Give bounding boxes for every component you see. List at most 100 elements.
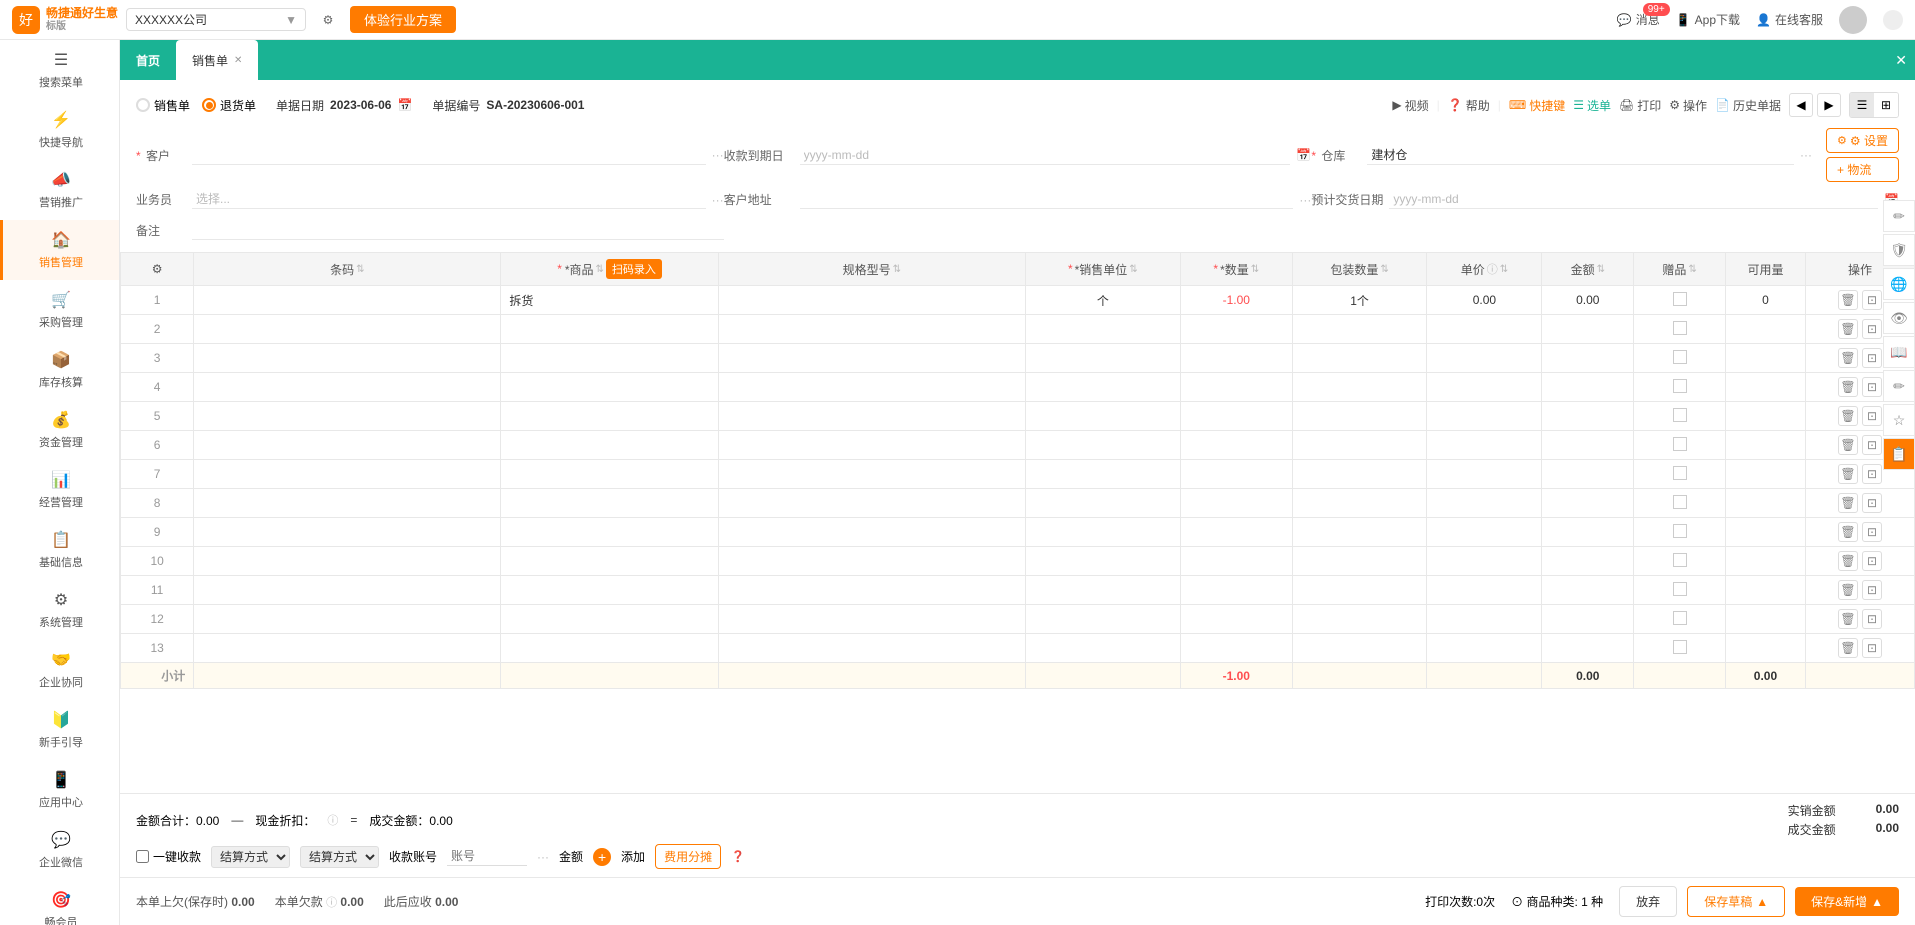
cell-gift[interactable]: [1634, 431, 1726, 460]
prev-page-button[interactable]: ◀: [1789, 93, 1813, 117]
copy-row-button[interactable]: ⊡: [1862, 406, 1882, 426]
settings-button[interactable]: ⚙ ⚙ 设置: [1826, 128, 1899, 153]
cell-unit[interactable]: [1025, 518, 1180, 547]
cell-gift[interactable]: [1634, 605, 1726, 634]
sidebar-item-inventory[interactable]: 📦 库存核算: [0, 340, 119, 400]
cell-product[interactable]: [501, 460, 718, 489]
online-service-button[interactable]: 👤 在线客服: [1756, 11, 1823, 28]
cell-spec[interactable]: [718, 460, 1025, 489]
shortcut-button[interactable]: ⌨ 快捷键: [1509, 97, 1565, 114]
video-button[interactable]: ▶ 视频: [1392, 97, 1428, 114]
float-book-button[interactable]: 📖: [1883, 336, 1915, 368]
sidebar-item-basic-info[interactable]: 📋 基础信息: [0, 520, 119, 580]
cell-spec[interactable]: [718, 489, 1025, 518]
cell-amount[interactable]: [1542, 373, 1634, 402]
cell-gift[interactable]: [1634, 460, 1726, 489]
sidebar-item-operations[interactable]: 📊 经营管理: [0, 460, 119, 520]
cell-spec[interactable]: [718, 634, 1025, 663]
sidebar-item-marketing[interactable]: 📣 营销推广: [0, 160, 119, 220]
cell-quantity[interactable]: [1180, 634, 1292, 663]
warehouse-input[interactable]: [1367, 146, 1794, 165]
cell-barcode[interactable]: [194, 460, 501, 489]
cell-gift[interactable]: [1634, 286, 1726, 315]
cell-unit[interactable]: [1025, 489, 1180, 518]
avatar[interactable]: [1839, 6, 1867, 34]
cell-pack-qty[interactable]: [1292, 460, 1427, 489]
cell-pack-qty[interactable]: [1292, 634, 1427, 663]
cell-product[interactable]: [501, 547, 718, 576]
cell-unit[interactable]: [1025, 547, 1180, 576]
cell-unit[interactable]: [1025, 576, 1180, 605]
cell-amount[interactable]: [1542, 518, 1634, 547]
sidebar-item-sales[interactable]: 🏠 销售管理: [0, 220, 119, 280]
cell-pack-qty[interactable]: [1292, 344, 1427, 373]
company-select[interactable]: XXXXXX公司 ▼: [126, 8, 306, 31]
settings-icon[interactable]: ⚙: [314, 6, 342, 34]
cell-quantity[interactable]: [1180, 373, 1292, 402]
print-button[interactable]: 🖨 打印: [1619, 97, 1661, 114]
customer-address-input[interactable]: [800, 190, 1294, 209]
expected-date-input[interactable]: [1389, 190, 1878, 209]
radio-sales[interactable]: 销售单: [136, 97, 190, 114]
cell-pack-qty[interactable]: [1292, 315, 1427, 344]
product-type-icon[interactable]: ⊙: [1511, 895, 1523, 909]
copy-row-button[interactable]: ⊡: [1862, 377, 1882, 397]
cell-amount[interactable]: [1542, 315, 1634, 344]
cell-unit[interactable]: [1025, 605, 1180, 634]
cell-barcode[interactable]: [194, 518, 501, 547]
next-page-button[interactable]: ▶: [1817, 93, 1841, 117]
cell-amount[interactable]: [1542, 605, 1634, 634]
cell-barcode[interactable]: [194, 489, 501, 518]
cell-spec[interactable]: [718, 344, 1025, 373]
delete-row-button[interactable]: 🗑: [1838, 406, 1858, 426]
cell-unit[interactable]: 个: [1025, 286, 1180, 315]
customer-dots[interactable]: ···: [712, 148, 724, 162]
cell-barcode[interactable]: [194, 431, 501, 460]
cell-unit-price[interactable]: [1427, 315, 1542, 344]
save-draft-button[interactable]: 保存草稿 ▲: [1687, 886, 1785, 917]
copy-row-button[interactable]: ⊡: [1862, 435, 1882, 455]
cell-product[interactable]: [501, 402, 718, 431]
cell-unit-price[interactable]: [1427, 489, 1542, 518]
copy-row-button[interactable]: ⊡: [1862, 319, 1882, 339]
copy-row-button[interactable]: ⊡: [1862, 522, 1882, 542]
fee-split-button[interactable]: 费用分摊: [655, 844, 721, 869]
cell-pack-qty[interactable]: [1292, 489, 1427, 518]
radio-return[interactable]: 退货单: [202, 97, 256, 114]
customer-address-dots[interactable]: ···: [1299, 193, 1311, 207]
logistics-button[interactable]: + 物流: [1826, 157, 1899, 182]
cell-unit-price[interactable]: [1427, 431, 1542, 460]
cell-quantity[interactable]: [1180, 605, 1292, 634]
cell-quantity[interactable]: [1180, 489, 1292, 518]
cell-spec[interactable]: [718, 286, 1025, 315]
cell-unit-price[interactable]: [1427, 547, 1542, 576]
sidebar-item-app-center[interactable]: 📱 应用中心: [0, 760, 119, 820]
col-gear[interactable]: ⚙: [121, 253, 194, 286]
cell-unit[interactable]: [1025, 402, 1180, 431]
cell-gift[interactable]: [1634, 402, 1726, 431]
cell-unit[interactable]: [1025, 634, 1180, 663]
cell-product[interactable]: [501, 518, 718, 547]
gear-col-icon[interactable]: ⚙: [152, 262, 163, 276]
delete-row-button[interactable]: 🗑: [1838, 435, 1858, 455]
cell-gift[interactable]: [1634, 315, 1726, 344]
customer-input[interactable]: [192, 146, 706, 165]
copy-row-button[interactable]: ⊡: [1862, 464, 1882, 484]
sidebar-item-guide[interactable]: 🔰 新手引导: [0, 700, 119, 760]
cell-gift[interactable]: [1634, 576, 1726, 605]
delete-row-button[interactable]: 🗑: [1838, 522, 1858, 542]
copy-row-button[interactable]: ⊡: [1862, 348, 1882, 368]
due-date-calendar-icon[interactable]: 📅: [1296, 148, 1311, 162]
cell-unit-price[interactable]: [1427, 344, 1542, 373]
cell-gift[interactable]: [1634, 489, 1726, 518]
cell-quantity[interactable]: -1.00: [1180, 286, 1292, 315]
cell-amount[interactable]: [1542, 489, 1634, 518]
save-new-button[interactable]: 保存&新增 ▲: [1795, 887, 1899, 916]
copy-row-button[interactable]: ⊡: [1862, 580, 1882, 600]
cell-spec[interactable]: [718, 431, 1025, 460]
one-click-pay-checkbox[interactable]: [136, 850, 149, 863]
cell-pack-qty[interactable]: [1292, 518, 1427, 547]
cell-barcode[interactable]: [194, 402, 501, 431]
cell-unit[interactable]: [1025, 315, 1180, 344]
cell-unit-price[interactable]: [1427, 373, 1542, 402]
